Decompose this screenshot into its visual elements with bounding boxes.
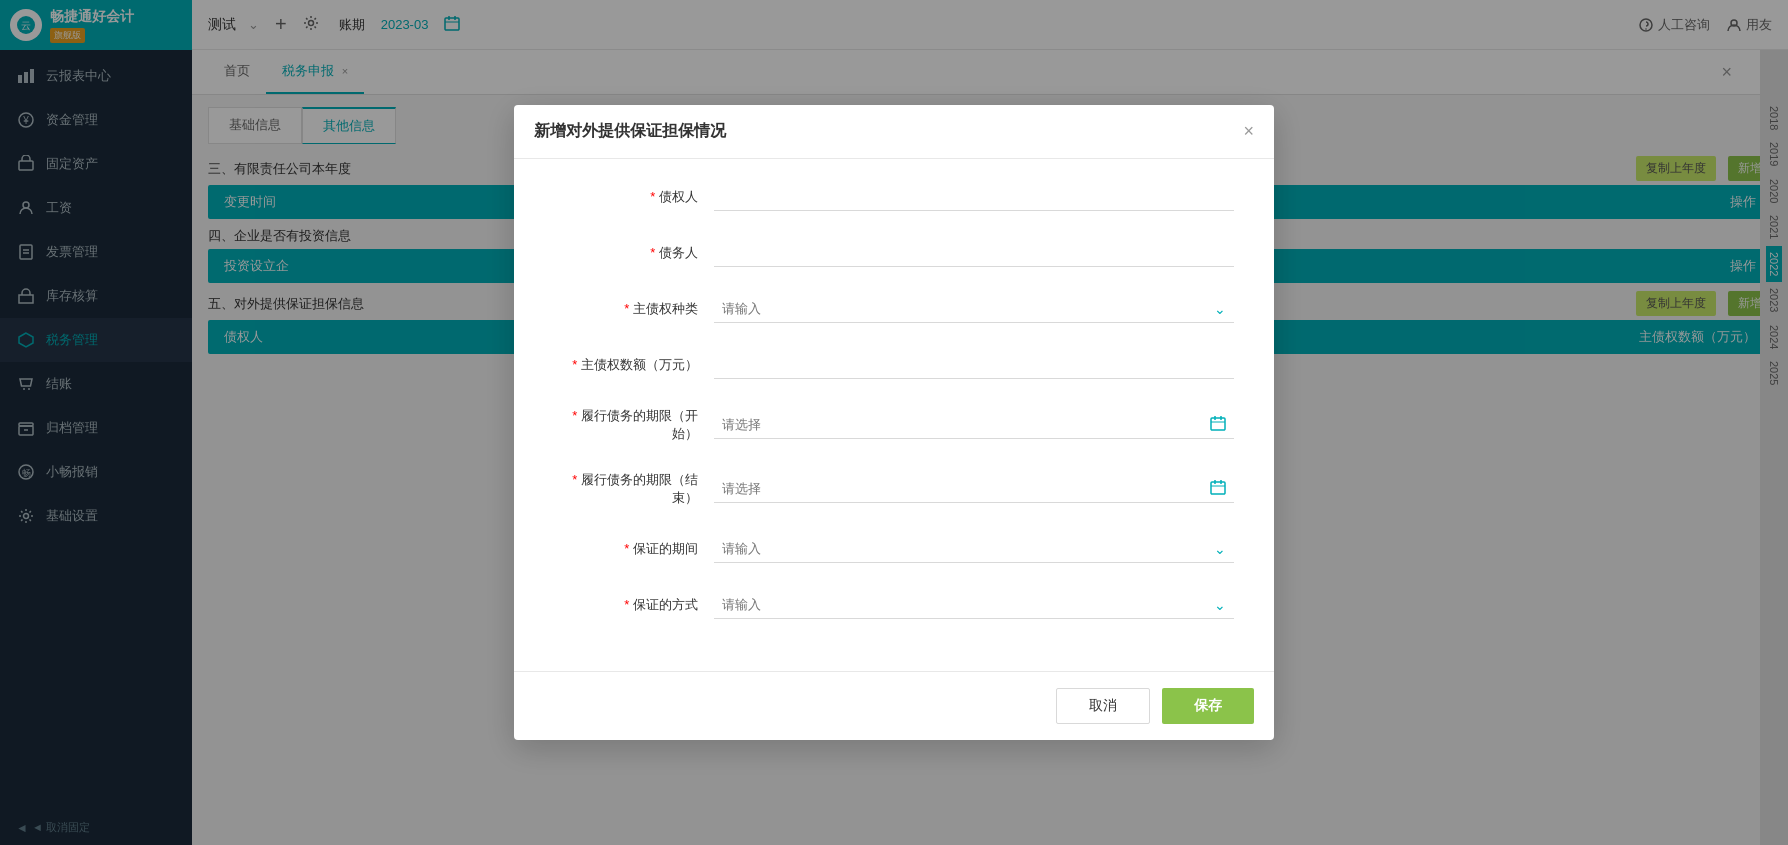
claim-type-label: * 主债权种类 bbox=[554, 300, 714, 318]
modal-title: 新增对外提供保证担保情况 bbox=[534, 121, 726, 142]
period-start-required: * bbox=[572, 408, 577, 423]
claim-type-select-wrapper: ⌄ bbox=[714, 295, 1234, 323]
form-row-period-start: * 履行债务的期限（开始） bbox=[554, 407, 1234, 443]
claim-type-required: * bbox=[624, 301, 629, 316]
creditor-input[interactable] bbox=[714, 183, 1234, 211]
form-row-guarantee-method: * 保证的方式 ⌄ bbox=[554, 591, 1234, 619]
period-start-label: * 履行债务的期限（开始） bbox=[554, 407, 714, 443]
form-row-guarantee-period: * 保证的期间 ⌄ bbox=[554, 535, 1234, 563]
form-row-claim-type: * 主债权种类 ⌄ bbox=[554, 295, 1234, 323]
debtor-label: * 债务人 bbox=[554, 244, 714, 262]
form-row-creditor: * 债权人 bbox=[554, 183, 1234, 211]
period-end-required: * bbox=[572, 472, 577, 487]
claim-amount-required: * bbox=[572, 357, 577, 372]
cancel-button[interactable]: 取消 bbox=[1056, 688, 1150, 724]
claim-type-dropdown-icon[interactable]: ⌄ bbox=[1214, 301, 1234, 317]
save-button[interactable]: 保存 bbox=[1162, 688, 1254, 724]
guarantee-method-required: * bbox=[624, 597, 629, 612]
guarantee-method-label: * 保证的方式 bbox=[554, 596, 714, 614]
guarantee-method-select-wrapper: ⌄ bbox=[714, 591, 1234, 619]
modal-header: 新增对外提供保证担保情况 × bbox=[514, 105, 1274, 159]
guarantee-method-input[interactable] bbox=[714, 591, 1214, 618]
period-start-input[interactable] bbox=[714, 411, 1210, 438]
claim-type-input[interactable] bbox=[714, 295, 1214, 322]
svg-rect-33 bbox=[1211, 482, 1225, 494]
guarantee-period-dropdown-icon[interactable]: ⌄ bbox=[1214, 541, 1234, 557]
period-start-date-wrapper bbox=[714, 411, 1234, 439]
period-end-label: * 履行债务的期限（结束） bbox=[554, 471, 714, 507]
modal-footer: 取消 保存 bbox=[514, 671, 1274, 740]
creditor-label: * 债权人 bbox=[554, 188, 714, 206]
period-end-input[interactable] bbox=[714, 475, 1210, 502]
period-start-calendar-icon[interactable] bbox=[1210, 415, 1234, 434]
guarantee-period-input[interactable] bbox=[714, 535, 1214, 562]
modal-body: * 债权人 * 债务人 * 主债权种类 bbox=[514, 159, 1274, 671]
modal-dialog: 新增对外提供保证担保情况 × * 债权人 * 债务人 bbox=[514, 105, 1274, 740]
guarantee-method-dropdown-icon[interactable]: ⌄ bbox=[1214, 597, 1234, 613]
guarantee-period-label: * 保证的期间 bbox=[554, 540, 714, 558]
form-row-claim-amount: * 主债权数额（万元） bbox=[554, 351, 1234, 379]
modal-overlay: 新增对外提供保证担保情况 × * 债权人 * 债务人 bbox=[0, 0, 1788, 845]
debtor-input[interactable] bbox=[714, 239, 1234, 267]
claim-amount-input[interactable] bbox=[714, 351, 1234, 379]
debtor-required: * bbox=[650, 245, 655, 260]
guarantee-period-required: * bbox=[624, 541, 629, 556]
claim-amount-label: * 主债权数额（万元） bbox=[554, 356, 714, 374]
form-row-period-end: * 履行债务的期限（结束） bbox=[554, 471, 1234, 507]
svg-rect-29 bbox=[1211, 418, 1225, 430]
creditor-required: * bbox=[650, 189, 655, 204]
form-row-debtor: * 债务人 bbox=[554, 239, 1234, 267]
period-end-calendar-icon[interactable] bbox=[1210, 479, 1234, 498]
guarantee-period-select-wrapper: ⌄ bbox=[714, 535, 1234, 563]
modal-close-button[interactable]: × bbox=[1243, 121, 1254, 142]
period-end-date-wrapper bbox=[714, 475, 1234, 503]
